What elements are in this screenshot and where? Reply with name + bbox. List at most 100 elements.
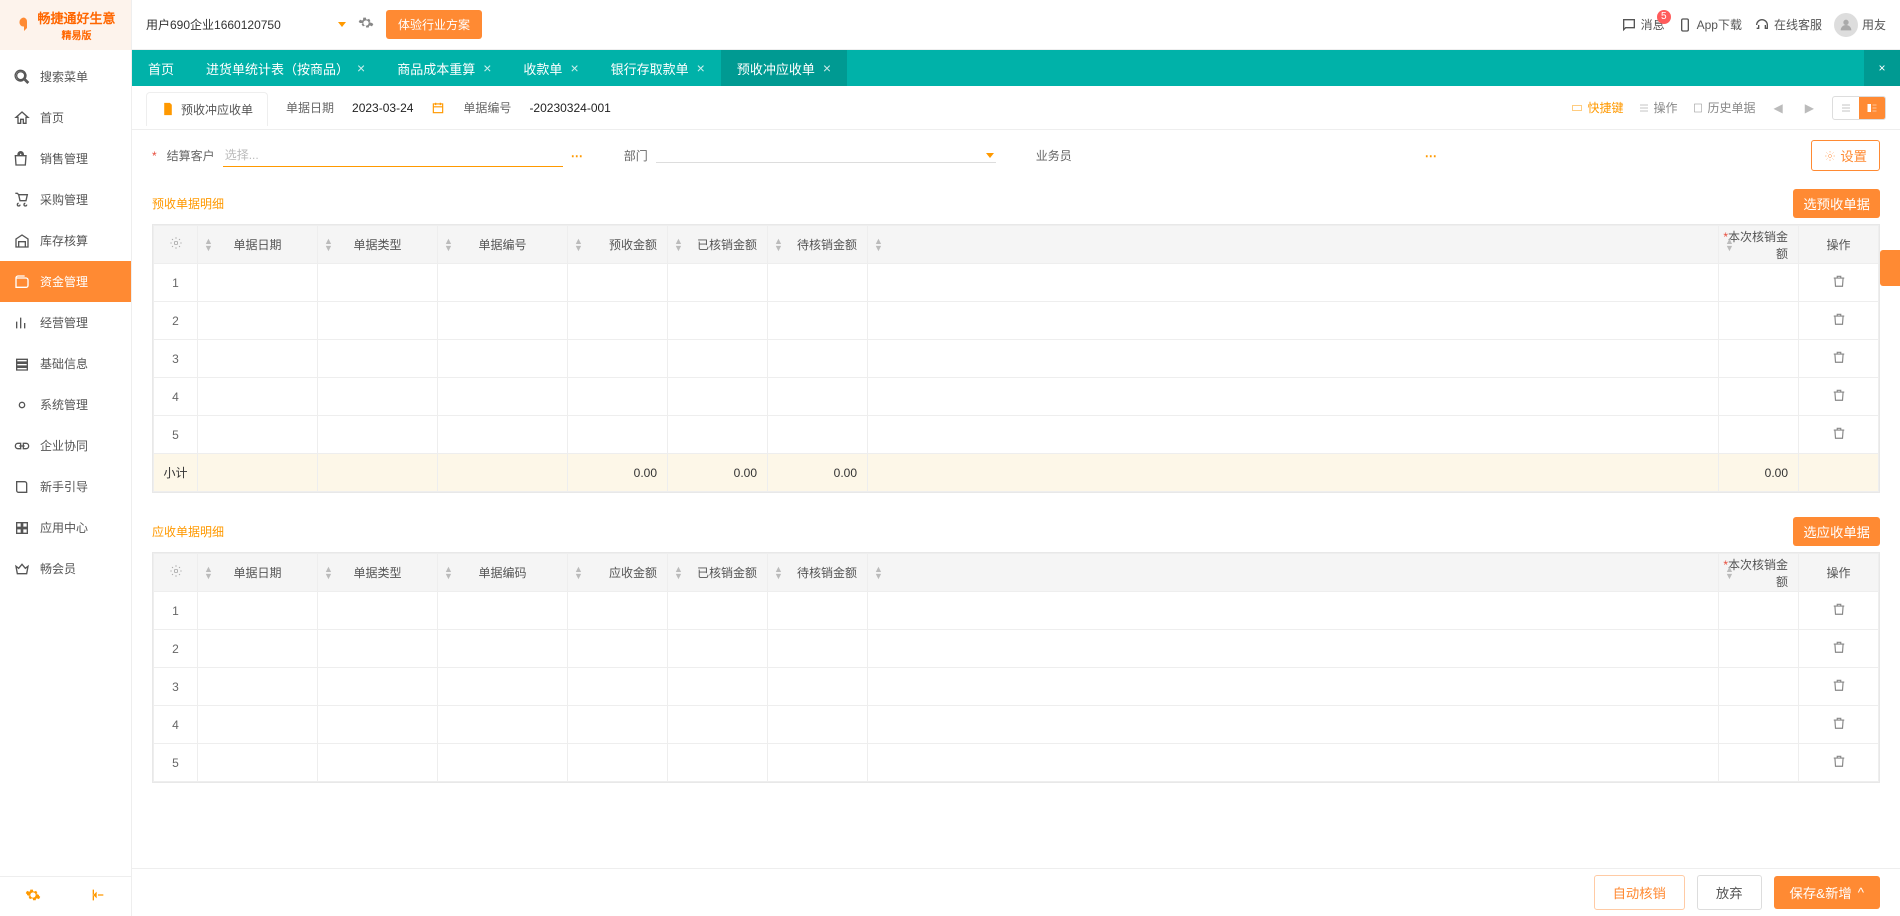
- row-delete[interactable]: [1799, 302, 1879, 340]
- col-header[interactable]: ▲▼单据编号: [438, 226, 568, 264]
- cell[interactable]: [768, 340, 868, 378]
- topbar-settings-icon[interactable]: [358, 15, 374, 34]
- cell[interactable]: [318, 592, 438, 630]
- cell[interactable]: [198, 340, 318, 378]
- cell[interactable]: [1719, 744, 1799, 782]
- user-menu[interactable]: 用友: [1834, 13, 1886, 37]
- cell[interactable]: [1719, 668, 1799, 706]
- cell[interactable]: [868, 264, 1719, 302]
- col-header[interactable]: ▲▼*本次核销金额: [1719, 554, 1799, 592]
- cell[interactable]: [768, 264, 868, 302]
- col-header[interactable]: ▲▼单据类型: [318, 554, 438, 592]
- col-header[interactable]: ▲▼单据类型: [318, 226, 438, 264]
- col-header[interactable]: ▲▼预收金额: [568, 226, 668, 264]
- sidebar-item-11[interactable]: 应用中心: [0, 507, 131, 548]
- cell[interactable]: [1719, 378, 1799, 416]
- cell[interactable]: [868, 744, 1719, 782]
- tab-5[interactable]: 预收冲应收单×: [721, 50, 847, 86]
- cell[interactable]: [768, 416, 868, 454]
- tab-1[interactable]: 进货单统计表（按商品）×: [190, 50, 381, 86]
- view-detail-button[interactable]: [1859, 97, 1885, 119]
- cell[interactable]: [568, 668, 668, 706]
- cell[interactable]: [318, 668, 438, 706]
- close-icon[interactable]: ×: [697, 60, 705, 76]
- cell[interactable]: [1719, 706, 1799, 744]
- col-header[interactable]: ▲▼待核销金额: [768, 226, 868, 264]
- sort-icon[interactable]: ▲▼: [874, 566, 883, 580]
- col-header[interactable]: ▲▼: [868, 226, 1719, 264]
- close-icon[interactable]: ×: [570, 60, 578, 76]
- cell[interactable]: [438, 416, 568, 454]
- row-delete[interactable]: [1799, 340, 1879, 378]
- cell[interactable]: [198, 302, 318, 340]
- settings-icon[interactable]: [25, 887, 41, 906]
- sort-icon[interactable]: ▲▼: [774, 566, 783, 580]
- close-icon[interactable]: ×: [357, 60, 365, 76]
- cell[interactable]: [438, 378, 568, 416]
- auto-writeoff-button[interactable]: 自动核销: [1594, 875, 1685, 910]
- cell[interactable]: [668, 592, 768, 630]
- col-header[interactable]: ▲▼单据日期: [198, 226, 318, 264]
- select-receivable-button[interactable]: 选应收单据: [1793, 517, 1880, 546]
- cell[interactable]: [318, 744, 438, 782]
- cell[interactable]: [668, 706, 768, 744]
- cell[interactable]: [198, 592, 318, 630]
- cell[interactable]: [1719, 302, 1799, 340]
- sort-icon[interactable]: ▲▼: [874, 238, 883, 252]
- cell[interactable]: [668, 668, 768, 706]
- tab-4[interactable]: 银行存取款单×: [595, 50, 721, 86]
- calendar-icon[interactable]: [431, 101, 445, 115]
- cell[interactable]: [318, 630, 438, 668]
- customer-picker-icon[interactable]: ⋯: [571, 149, 584, 163]
- cell[interactable]: [768, 302, 868, 340]
- cell[interactable]: [1719, 630, 1799, 668]
- cell[interactable]: [198, 706, 318, 744]
- history-link[interactable]: 历史单据: [1692, 99, 1756, 116]
- cell[interactable]: [318, 416, 438, 454]
- cell[interactable]: [438, 668, 568, 706]
- row-delete[interactable]: [1799, 630, 1879, 668]
- sort-icon[interactable]: ▲▼: [674, 566, 683, 580]
- sort-icon[interactable]: ▲▼: [1725, 238, 1734, 252]
- cell[interactable]: [868, 416, 1719, 454]
- sidebar-item-1[interactable]: 首页: [0, 97, 131, 138]
- sidebar-item-6[interactable]: 经营管理: [0, 302, 131, 343]
- col-header[interactable]: ▲▼单据日期: [198, 554, 318, 592]
- view-list-button[interactable]: [1833, 97, 1859, 119]
- sales-picker-icon[interactable]: ⋯: [1425, 149, 1438, 163]
- cell[interactable]: [438, 264, 568, 302]
- cell[interactable]: [438, 744, 568, 782]
- cell[interactable]: [198, 668, 318, 706]
- cell[interactable]: [768, 744, 868, 782]
- cell[interactable]: [1719, 416, 1799, 454]
- cell[interactable]: [198, 744, 318, 782]
- sort-icon[interactable]: ▲▼: [324, 566, 333, 580]
- sidebar-item-3[interactable]: 采购管理: [0, 179, 131, 220]
- col-header[interactable]: ▲▼已核销金额: [668, 554, 768, 592]
- sidebar-item-8[interactable]: 系统管理: [0, 384, 131, 425]
- cell[interactable]: [568, 264, 668, 302]
- cell[interactable]: [868, 630, 1719, 668]
- messages-button[interactable]: 消息 5: [1621, 16, 1665, 33]
- cell[interactable]: [318, 706, 438, 744]
- cell[interactable]: [318, 378, 438, 416]
- row-delete[interactable]: [1799, 668, 1879, 706]
- cell[interactable]: [1719, 340, 1799, 378]
- cell[interactable]: [668, 630, 768, 668]
- row-delete[interactable]: [1799, 378, 1879, 416]
- cell[interactable]: [668, 340, 768, 378]
- service-button[interactable]: 在线客服: [1754, 16, 1822, 33]
- col-header[interactable]: ▲▼已核销金额: [668, 226, 768, 264]
- sales-select[interactable]: ⋯: [1080, 145, 1440, 167]
- sort-icon[interactable]: ▲▼: [574, 566, 583, 580]
- sort-icon[interactable]: ▲▼: [1725, 566, 1734, 580]
- sidebar-item-0[interactable]: 搜索菜单: [0, 56, 131, 97]
- column-settings[interactable]: [154, 554, 198, 592]
- side-drawer-handle[interactable]: [1880, 250, 1900, 286]
- cell[interactable]: [568, 340, 668, 378]
- sort-icon[interactable]: ▲▼: [674, 238, 683, 252]
- tab-0[interactable]: 首页: [132, 50, 190, 86]
- operate-link[interactable]: 操作: [1638, 99, 1678, 116]
- cell[interactable]: [768, 668, 868, 706]
- date-value[interactable]: 2023-03-24: [352, 101, 413, 115]
